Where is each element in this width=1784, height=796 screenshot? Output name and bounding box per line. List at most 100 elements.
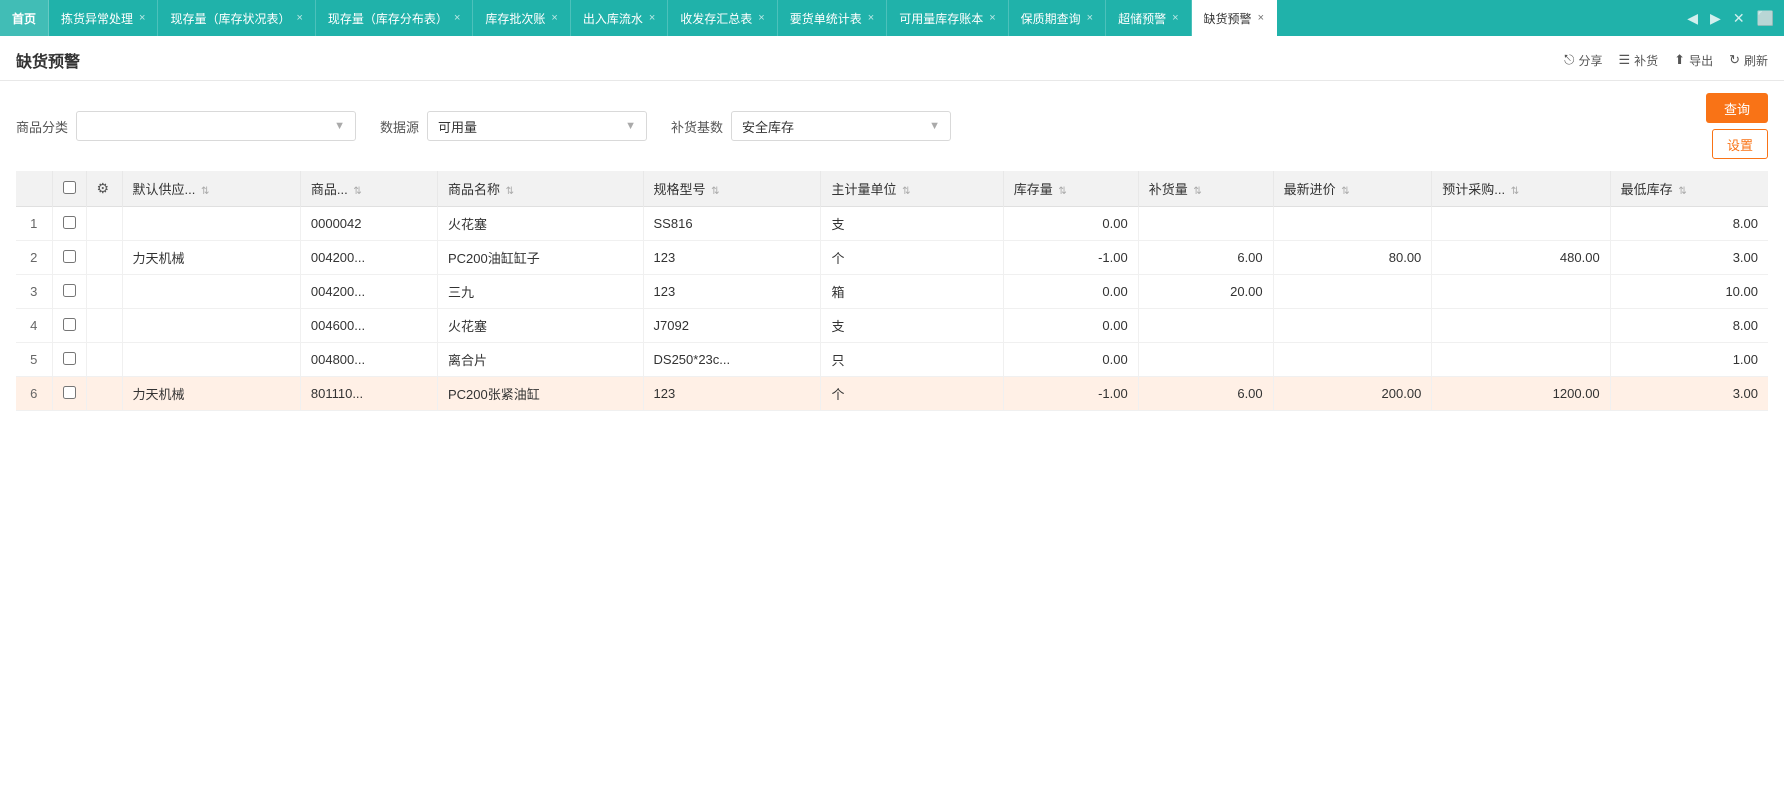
sort-code-icon[interactable]: ⇅ [353, 186, 361, 197]
tab-close-stock-dist[interactable]: × [454, 12, 460, 24]
cell-num: 6 [16, 377, 52, 411]
tab-close-expiry-query[interactable]: × [1087, 12, 1093, 24]
cell-num: 1 [16, 207, 52, 241]
cell-unit: 个 [821, 241, 1003, 275]
cell-minstock: 8.00 [1610, 309, 1768, 343]
th-code: 商品... ⇅ [300, 171, 437, 207]
row-checkbox[interactable] [63, 352, 76, 365]
tab-prev-button[interactable]: ◀ [1681, 8, 1704, 29]
datasource-select[interactable]: 可用量 ▼ [427, 111, 647, 141]
sort-supplier-icon[interactable]: ⇅ [201, 186, 209, 197]
tab-available-ledger[interactable]: 可用量库存账本 × [887, 0, 1008, 36]
cell-forecast: 480.00 [1432, 241, 1610, 275]
category-label: 商品分类 [16, 117, 68, 136]
sort-forecast-icon[interactable]: ⇅ [1511, 186, 1519, 197]
cell-check [52, 377, 86, 411]
cell-restock [1138, 207, 1273, 241]
table-row: 4004600...火花塞J7092支0.008.00 [16, 309, 1768, 343]
sort-name-icon[interactable]: ⇅ [506, 186, 514, 197]
category-select[interactable]: ▼ [76, 111, 356, 141]
tab-home[interactable]: 首页 [0, 0, 49, 36]
cell-code: 004600... [300, 309, 437, 343]
tab-close-stock-status[interactable]: × [296, 12, 302, 24]
cell-name: PC200张紧油缸 [437, 377, 643, 411]
cell-price [1273, 275, 1432, 309]
tab-close-batch-account[interactable]: × [551, 12, 557, 24]
cell-supplier [122, 207, 300, 241]
sort-spec-icon[interactable]: ⇅ [711, 186, 719, 197]
row-checkbox[interactable] [63, 216, 76, 229]
th-gear: ⚙ [86, 171, 122, 207]
tab-close-inout-flow[interactable]: × [649, 12, 655, 24]
tab-close-shortage-warning[interactable]: × [1258, 12, 1264, 24]
tab-defect-processing[interactable]: 拣货异常处理 × [49, 0, 158, 36]
select-all-checkbox[interactable] [63, 181, 76, 194]
cell-gear [86, 241, 122, 275]
category-chevron-icon: ▼ [334, 120, 345, 132]
tab-expiry-query[interactable]: 保质期查询 × [1009, 0, 1106, 36]
settings-button[interactable]: 设置 [1712, 129, 1768, 159]
query-button[interactable]: 查询 [1706, 93, 1768, 123]
cell-spec: SS816 [643, 207, 821, 241]
share-button[interactable]: ⎋ 分享 [1564, 52, 1602, 69]
cell-forecast [1432, 343, 1610, 377]
tab-close-order-stats[interactable]: × [868, 12, 874, 24]
cell-name: 火花塞 [437, 207, 643, 241]
tab-collect-summary[interactable]: 收发存汇总表 × [668, 0, 777, 36]
th-num [16, 171, 52, 207]
filter-area: 商品分类 ▼ 数据源 可用量 ▼ 补货基数 安全库存 ▼ 查询 设置 [0, 81, 1784, 171]
filter-action-buttons: 查询 设置 [1706, 93, 1768, 159]
tab-close-collect-summary[interactable]: × [758, 12, 764, 24]
restock-base-select[interactable]: 安全库存 ▼ [731, 111, 951, 141]
th-minstock: 最低库存 ⇅ [1610, 171, 1768, 207]
cell-code: 004200... [300, 241, 437, 275]
sort-restock-icon[interactable]: ⇅ [1193, 186, 1201, 197]
cell-restock [1138, 309, 1273, 343]
refresh-icon: ↻ [1729, 52, 1740, 68]
cell-unit: 支 [821, 207, 1003, 241]
cell-minstock: 1.00 [1610, 343, 1768, 377]
tab-expand-button[interactable]: ⬜ [1751, 8, 1780, 29]
tab-inout-flow[interactable]: 出入库流水 × [571, 0, 668, 36]
cell-forecast: 1200.00 [1432, 377, 1610, 411]
th-name: 商品名称 ⇅ [437, 171, 643, 207]
gear-settings-icon[interactable]: ⚙ [97, 180, 110, 196]
cell-minstock: 3.00 [1610, 241, 1768, 275]
header-actions: ⎋ 分享 ☰ 补货 ⬆ 导出 ↻ 刷新 [1564, 52, 1768, 69]
cell-code: 004200... [300, 275, 437, 309]
cell-restock: 6.00 [1138, 377, 1273, 411]
restock-button[interactable]: ☰ 补货 [1618, 52, 1658, 69]
tab-batch-account[interactable]: 库存批次账 × [473, 0, 570, 36]
cell-name: 三九 [437, 275, 643, 309]
cell-price [1273, 207, 1432, 241]
export-icon: ⬆ [1674, 52, 1685, 68]
tab-stock-status[interactable]: 现存量（库存状况表） × [158, 0, 315, 36]
row-checkbox[interactable] [63, 250, 76, 263]
cell-check [52, 207, 86, 241]
tab-next-button[interactable]: ▶ [1704, 8, 1727, 29]
tab-close-defect-processing[interactable]: × [139, 12, 145, 24]
tab-shortage-warning[interactable]: 缺货预警 × [1192, 0, 1277, 36]
row-checkbox[interactable] [63, 386, 76, 399]
tab-stock-dist[interactable]: 现存量（库存分布表） × [316, 0, 473, 36]
refresh-button[interactable]: ↻ 刷新 [1729, 52, 1768, 69]
sort-stock-icon[interactable]: ⇅ [1058, 186, 1066, 197]
export-button[interactable]: ⬆ 导出 [1674, 52, 1713, 69]
table-row: 6力天机械801110...PC200张紧油缸123个-1.006.00200.… [16, 377, 1768, 411]
tab-overstock-warning[interactable]: 超储预警 × [1106, 0, 1191, 36]
page-content: 缺货预警 ⎋ 分享 ☰ 补货 ⬆ 导出 ↻ 刷新 商品分类 [0, 36, 1784, 796]
tab-close-overstock-warning[interactable]: × [1172, 12, 1178, 24]
cell-stock: 0.00 [1003, 207, 1138, 241]
sort-price-icon[interactable]: ⇅ [1341, 186, 1349, 197]
sort-unit-icon[interactable]: ⇅ [902, 186, 910, 197]
cell-stock: 0.00 [1003, 343, 1138, 377]
cell-minstock: 3.00 [1610, 377, 1768, 411]
row-checkbox[interactable] [63, 318, 76, 331]
tab-close-available-ledger[interactable]: × [989, 12, 995, 24]
cell-price: 200.00 [1273, 377, 1432, 411]
tab-close-all-button[interactable]: ✕ [1727, 8, 1751, 29]
row-checkbox[interactable] [63, 284, 76, 297]
cell-supplier [122, 343, 300, 377]
tab-order-stats[interactable]: 要货单统计表 × [778, 0, 887, 36]
sort-minstock-icon[interactable]: ⇅ [1678, 186, 1686, 197]
